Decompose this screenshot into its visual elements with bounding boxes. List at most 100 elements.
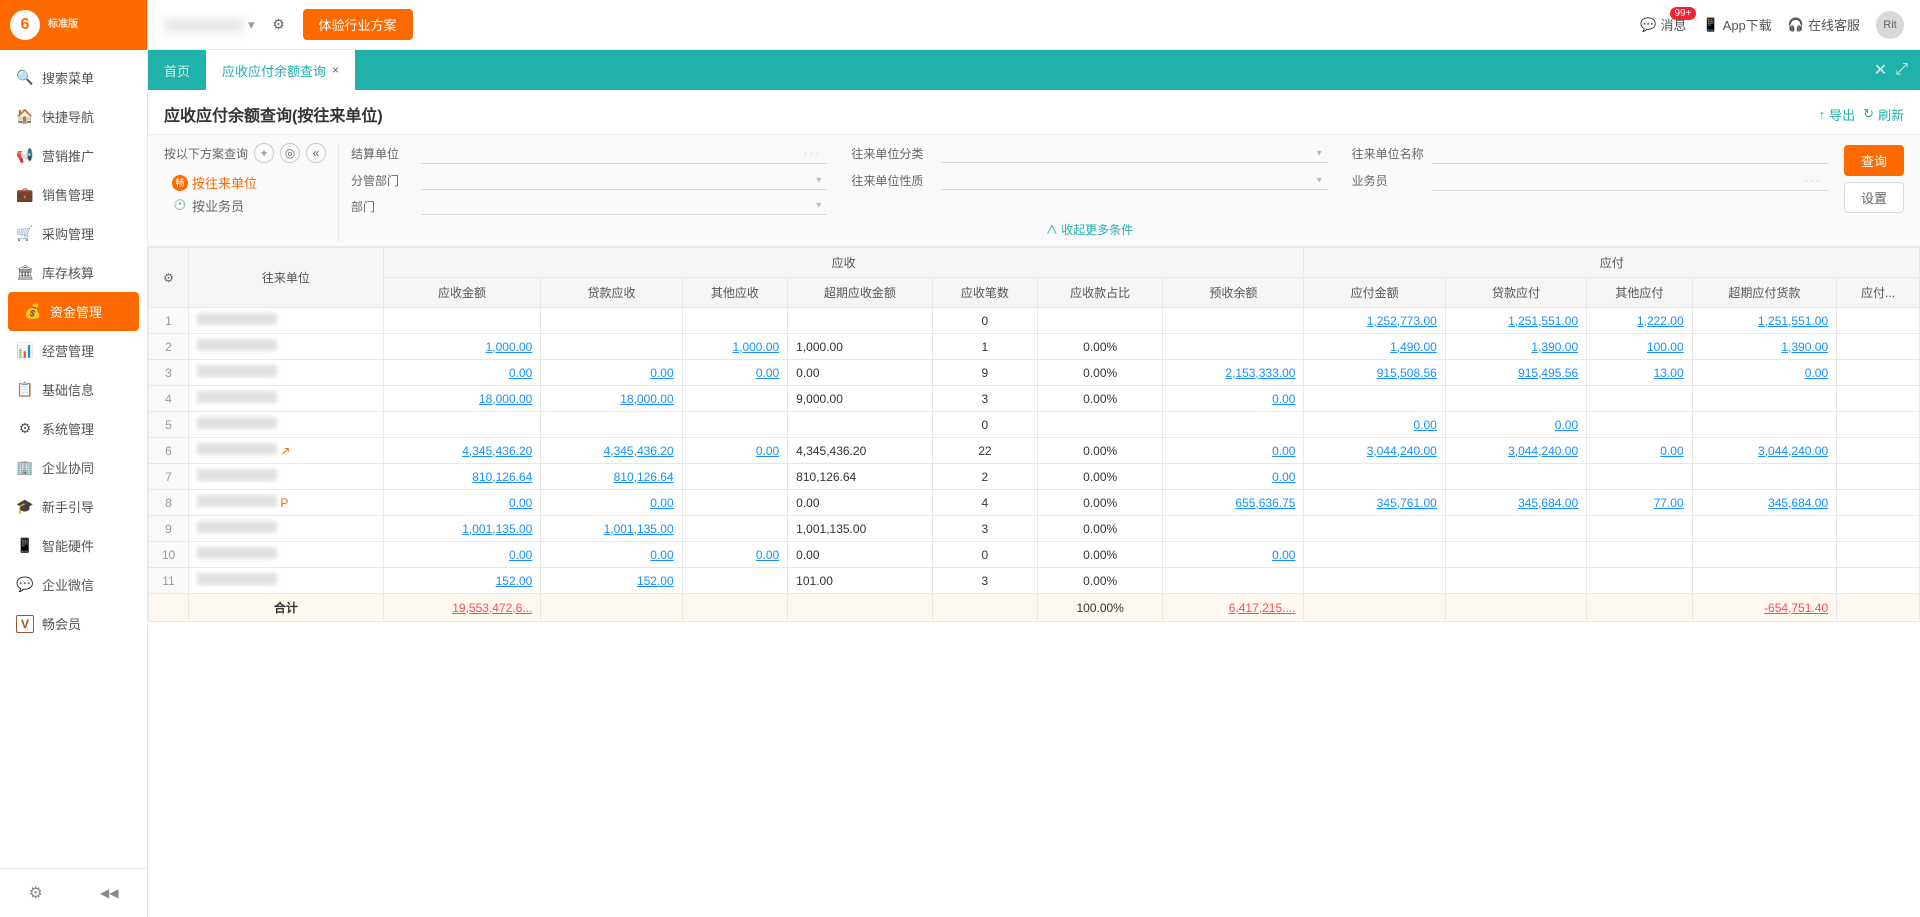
sidebar-item-system[interactable]: ⚙ 系统管理 [0,409,147,448]
filter-collapse-button[interactable]: « [306,143,326,163]
filter-option-salesperson[interactable]: 🕐 按业务员 [164,194,326,217]
message-button[interactable]: 💬 消息 99+ [1640,15,1686,34]
advance_balance-cell[interactable]: 2,153,333.00 [1163,360,1304,386]
other_receivable-cell[interactable]: 0.00 [682,360,788,386]
loan_receivable-cell[interactable]: 152.00 [541,568,682,594]
other_receivable-cell[interactable]: 0.00 [682,438,788,464]
total-payable-amount[interactable]: -654,751.40 [1692,594,1836,622]
promo-button[interactable]: 体验行业方案 [303,9,413,40]
loan_receivable-cell[interactable]: 0.00 [541,360,682,386]
loan_receivable-cell[interactable]: 810,126.64 [541,464,682,490]
sidebar-collapse-button[interactable]: ◀◀ [92,882,126,904]
query-button[interactable]: 查询 [1844,145,1904,176]
tab-home[interactable]: 首页 [148,50,206,90]
export-button[interactable]: ↑ 导出 [1819,105,1856,124]
other_payable-cell[interactable]: 13.00 [1587,360,1693,386]
settlement-input[interactable]: ··· [421,143,827,164]
overdue_payable-cell[interactable]: 1,251,551.00 [1692,308,1836,334]
sidebar-item-sales[interactable]: 💼 销售管理 [0,175,147,214]
receivable_amount-cell[interactable]: 1,000.00 [383,334,541,360]
department-select[interactable]: ▾ [421,197,827,215]
receivable_amount-cell[interactable]: 1,001,135.00 [383,516,541,542]
sidebar-item-quick[interactable]: 🏠 快捷导航 [0,97,147,136]
receivable_amount-cell[interactable]: 152.00 [383,568,541,594]
loan_receivable-cell[interactable]: 1,001,135.00 [541,516,682,542]
sidebar-item-marketing[interactable]: 📢 营销推广 [0,136,147,175]
advance_balance-cell[interactable]: 0.00 [1163,542,1304,568]
tab-receivable[interactable]: 应收应付余额查询 × [206,50,355,90]
payable_amount-cell[interactable]: 3,044,240.00 [1304,438,1445,464]
dept-manager-select[interactable]: ▾ [421,172,827,190]
company-selector[interactable]: ▾ [164,17,255,33]
receivable_amount-cell[interactable]: 0.00 [383,542,541,568]
sidebar-item-capital[interactable]: 💰 资金管理 [8,292,139,331]
receivable_amount-cell[interactable]: 4,345,436.20 [383,438,541,464]
loan_payable-cell[interactable]: 1,251,551.00 [1445,308,1586,334]
table-config-icon[interactable]: ⚙ [163,271,174,285]
sidebar-item-inventory[interactable]: 🏛 库存核算 [0,253,147,292]
other_payable-cell[interactable]: 77.00 [1587,490,1693,516]
loan_receivable-cell[interactable]: 18,000.00 [541,386,682,412]
payable_amount-cell[interactable]: 0.00 [1304,412,1445,438]
sidebar-item-enterprise[interactable]: 🏢 企业协同 [0,448,147,487]
sidebar-settings-button[interactable]: ⚙ [21,879,51,907]
header-gear-button[interactable]: ⚙ [263,9,295,41]
advance_balance-cell[interactable]: 0.00 [1163,386,1304,412]
tab-close-icon[interactable]: × [332,63,339,77]
refresh-button[interactable]: ↻ 刷新 [1863,105,1904,124]
overdue_payable-cell[interactable]: 345,684.00 [1692,490,1836,516]
other_payable-cell[interactable]: 0.00 [1587,438,1693,464]
filter-add-button[interactable]: + [254,143,274,163]
app-download-button[interactable]: 📱 App下载 [1702,15,1771,34]
loan_receivable-cell[interactable]: 4,345,436.20 [541,438,682,464]
total-receivable-amount[interactable]: 19,553,472,6... [383,594,541,622]
payable_amount-cell[interactable]: 915,508.56 [1304,360,1445,386]
sidebar-item-basic[interactable]: 📋 基础信息 [0,370,147,409]
sidebar-item-guide[interactable]: 🎓 新手引导 [0,487,147,526]
user-avatar[interactable]: Rit [1876,11,1904,39]
sidebar-item-purchase[interactable]: 🛒 采购管理 [0,214,147,253]
loan_payable-cell[interactable]: 1,390.00 [1445,334,1586,360]
payable_amount-cell[interactable]: 345,761.00 [1304,490,1445,516]
online-service-button[interactable]: 🎧 在线客服 [1788,15,1860,34]
filter-option-partner[interactable]: 畅 按往来单位 [164,171,326,194]
filter-settings-button[interactable]: ◎ [280,143,300,163]
other_payable-cell[interactable]: 1,222.00 [1587,308,1693,334]
settings-button[interactable]: 设置 [1844,182,1904,213]
salesperson-input[interactable]: ··· [1432,170,1828,191]
sidebar-item-hardware[interactable]: 📱 智能硬件 [0,526,147,565]
loan_receivable-cell[interactable]: 0.00 [541,490,682,516]
overdue_payable-cell[interactable]: 0.00 [1692,360,1836,386]
loan_payable-cell[interactable]: 3,044,240.00 [1445,438,1586,464]
advance_balance-cell[interactable]: 655,636.75 [1163,490,1304,516]
receivable_amount-cell[interactable]: 810,126.64 [383,464,541,490]
advance_balance-cell[interactable]: 0.00 [1163,438,1304,464]
partner-category-select[interactable]: ▾ [941,145,1327,163]
partner-nature-select[interactable]: ▾ [941,172,1327,190]
sidebar-item-operations[interactable]: 📊 经营管理 [0,331,147,370]
other_receivable-cell[interactable]: 0.00 [682,542,788,568]
sidebar-item-wechat[interactable]: 💬 企业微信 [0,565,147,604]
other_payable-cell[interactable]: 100.00 [1587,334,1693,360]
receivable_amount-cell[interactable]: 0.00 [383,360,541,386]
window-close-button[interactable]: ✕ [1874,60,1887,80]
loan_payable-cell[interactable]: 345,684.00 [1445,490,1586,516]
loan_payable-cell[interactable]: 915,495.56 [1445,360,1586,386]
payable_amount-cell[interactable]: 1,252,773.00 [1304,308,1445,334]
payable_amount-cell[interactable]: 1,490.00 [1304,334,1445,360]
sidebar-item-search[interactable]: 🔍 搜索菜单 [0,58,147,97]
sidebar-item-member[interactable]: V 畅会员 [0,604,147,643]
overdue_payable-cell[interactable]: 1,390.00 [1692,334,1836,360]
th-config[interactable]: ⚙ [149,248,189,308]
other_receivable-cell[interactable]: 1,000.00 [682,334,788,360]
overdue_payable-cell[interactable]: 3,044,240.00 [1692,438,1836,464]
partner-name-input[interactable] [1432,143,1828,164]
receivable_amount-cell[interactable]: 0.00 [383,490,541,516]
collapse-more-button[interactable]: ∧ 收起更多条件 [351,217,1828,242]
loan_payable-cell[interactable]: 0.00 [1445,412,1586,438]
loan_receivable-cell[interactable]: 0.00 [541,542,682,568]
receivable_amount-cell[interactable]: 18,000.00 [383,386,541,412]
window-expand-button[interactable]: ⤢ [1895,61,1908,79]
total-advance-balance[interactable]: 6,417,215.... [1163,594,1304,622]
advance_balance-cell[interactable]: 0.00 [1163,464,1304,490]
